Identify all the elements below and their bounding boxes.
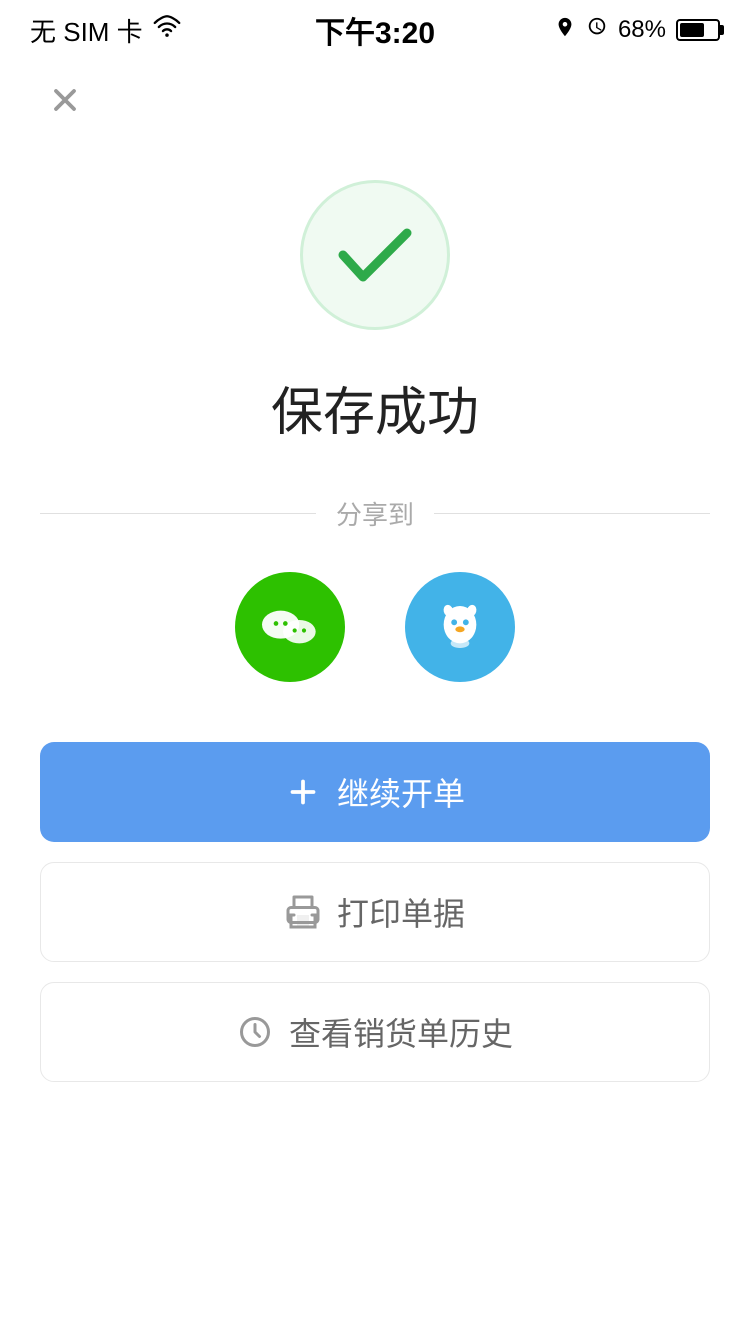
divider-right bbox=[434, 513, 710, 514]
wifi-icon bbox=[153, 13, 181, 48]
divider-left bbox=[40, 513, 316, 514]
battery-percentage: 68% bbox=[618, 16, 666, 44]
alarm-icon bbox=[586, 16, 608, 45]
main-content: 保存成功 分享到 bbox=[0, 140, 750, 1082]
status-right: 68% bbox=[554, 16, 720, 45]
checkmark-icon bbox=[335, 225, 415, 285]
history-icon bbox=[237, 1014, 273, 1050]
carrier-text: 无 SIM 卡 bbox=[30, 12, 143, 49]
printer-icon bbox=[285, 894, 321, 930]
continue-button[interactable]: 继续开单 bbox=[40, 742, 710, 842]
share-icons-row bbox=[235, 572, 515, 682]
close-button[interactable] bbox=[40, 75, 90, 125]
qq-icon bbox=[425, 592, 495, 662]
battery-fill bbox=[680, 23, 704, 37]
print-label: 打印单据 bbox=[337, 889, 465, 935]
history-label: 查看销货单历史 bbox=[289, 1009, 513, 1055]
status-time: 下午3:20 bbox=[315, 8, 435, 52]
nav-bar bbox=[0, 60, 750, 140]
continue-label: 继续开单 bbox=[337, 769, 465, 815]
location-icon bbox=[554, 16, 576, 45]
battery-icon bbox=[676, 19, 720, 41]
success-icon-circle bbox=[300, 180, 450, 330]
qq-share-button[interactable] bbox=[405, 572, 515, 682]
success-title: 保存成功 bbox=[271, 370, 479, 445]
wechat-share-button[interactable] bbox=[235, 572, 345, 682]
share-label: 分享到 bbox=[336, 495, 414, 532]
print-button[interactable]: 打印单据 bbox=[40, 862, 710, 962]
status-left: 无 SIM 卡 bbox=[30, 12, 181, 49]
divider-row: 分享到 bbox=[40, 495, 710, 532]
status-bar: 无 SIM 卡 下午3:20 68% bbox=[0, 0, 750, 60]
share-section: 分享到 bbox=[40, 495, 710, 682]
actions-section: 继续开单 打印单据 查看销货单历史 bbox=[40, 742, 710, 1082]
plus-icon bbox=[285, 774, 321, 810]
history-button[interactable]: 查看销货单历史 bbox=[40, 982, 710, 1082]
close-icon bbox=[47, 82, 83, 118]
wechat-icon bbox=[255, 592, 325, 662]
